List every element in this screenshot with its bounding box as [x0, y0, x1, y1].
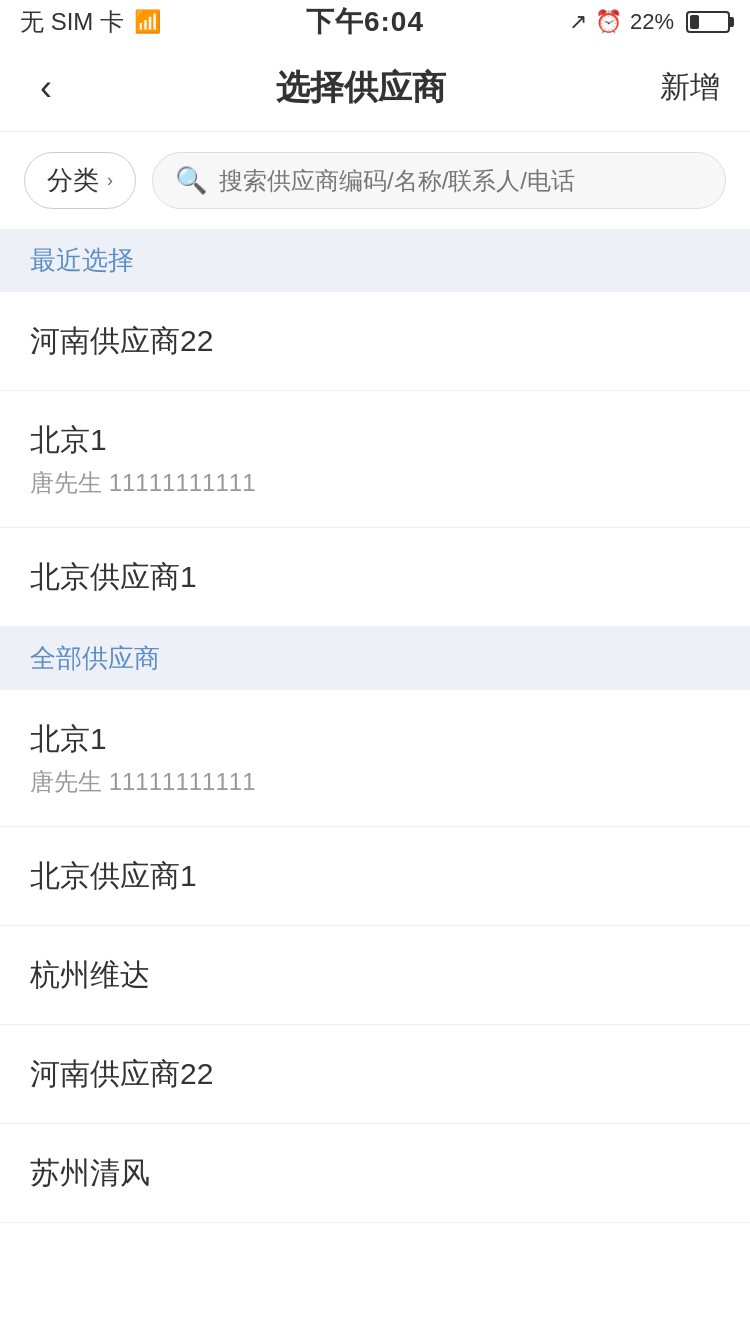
search-input[interactable] — [219, 167, 703, 195]
category-label: 分类 — [47, 163, 99, 198]
item-name: 北京供应商1 — [30, 855, 720, 897]
list-item[interactable]: 北京1 唐先生 11111111111 — [0, 690, 750, 827]
item-name: 北京1 — [30, 718, 720, 760]
location-icon: ↗ — [569, 9, 587, 35]
battery-text: 22% — [630, 9, 674, 35]
battery-icon — [686, 11, 730, 33]
item-name: 杭州维达 — [30, 954, 720, 996]
status-right: ↗ ⏰ 22% — [569, 9, 730, 35]
list-item[interactable]: 杭州维达 — [0, 926, 750, 1025]
new-button[interactable]: 新增 — [660, 67, 720, 108]
section-header-all: 全部供应商 — [0, 627, 750, 690]
item-sub: 唐先生 11111111111 — [30, 467, 720, 499]
category-button[interactable]: 分类 › — [24, 152, 136, 209]
search-icon: 🔍 — [175, 165, 207, 196]
chevron-right-icon: › — [107, 170, 113, 191]
filter-bar: 分类 › 🔍 — [0, 132, 750, 229]
back-button[interactable]: ‹ — [30, 57, 62, 119]
list-item[interactable]: 苏州清风 — [0, 1124, 750, 1223]
status-time: 下午6:04 — [306, 3, 424, 41]
status-left: 无 SIM 卡 📶 — [20, 6, 161, 38]
item-name: 苏州清风 — [30, 1152, 720, 1194]
list-item[interactable]: 河南供应商22 — [0, 1025, 750, 1124]
item-sub: 唐先生 11111111111 — [30, 766, 720, 798]
list-item[interactable]: 北京1 唐先生 11111111111 — [0, 391, 750, 528]
wifi-icon: 📶 — [134, 9, 161, 35]
item-name: 河南供应商22 — [30, 320, 720, 362]
list-item[interactable]: 北京供应商1 — [0, 827, 750, 926]
list-item[interactable]: 北京供应商1 — [0, 528, 750, 627]
item-name: 北京1 — [30, 419, 720, 461]
item-name: 北京供应商1 — [30, 556, 720, 598]
alarm-icon: ⏰ — [595, 9, 622, 35]
section-header-recent: 最近选择 — [0, 229, 750, 292]
sim-text: 无 SIM 卡 — [20, 6, 124, 38]
status-bar: 无 SIM 卡 📶 下午6:04 ↗ ⏰ 22% — [0, 0, 750, 44]
supplier-list: 最近选择河南供应商22 北京1 唐先生 11111111111 北京供应商1 全部供应商… — [0, 229, 750, 1223]
list-item[interactable]: 河南供应商22 — [0, 292, 750, 391]
item-name: 河南供应商22 — [30, 1053, 720, 1095]
nav-title: 选择供应商 — [276, 65, 446, 111]
search-box[interactable]: 🔍 — [152, 152, 726, 209]
nav-bar: ‹ 选择供应商 新增 — [0, 44, 750, 132]
